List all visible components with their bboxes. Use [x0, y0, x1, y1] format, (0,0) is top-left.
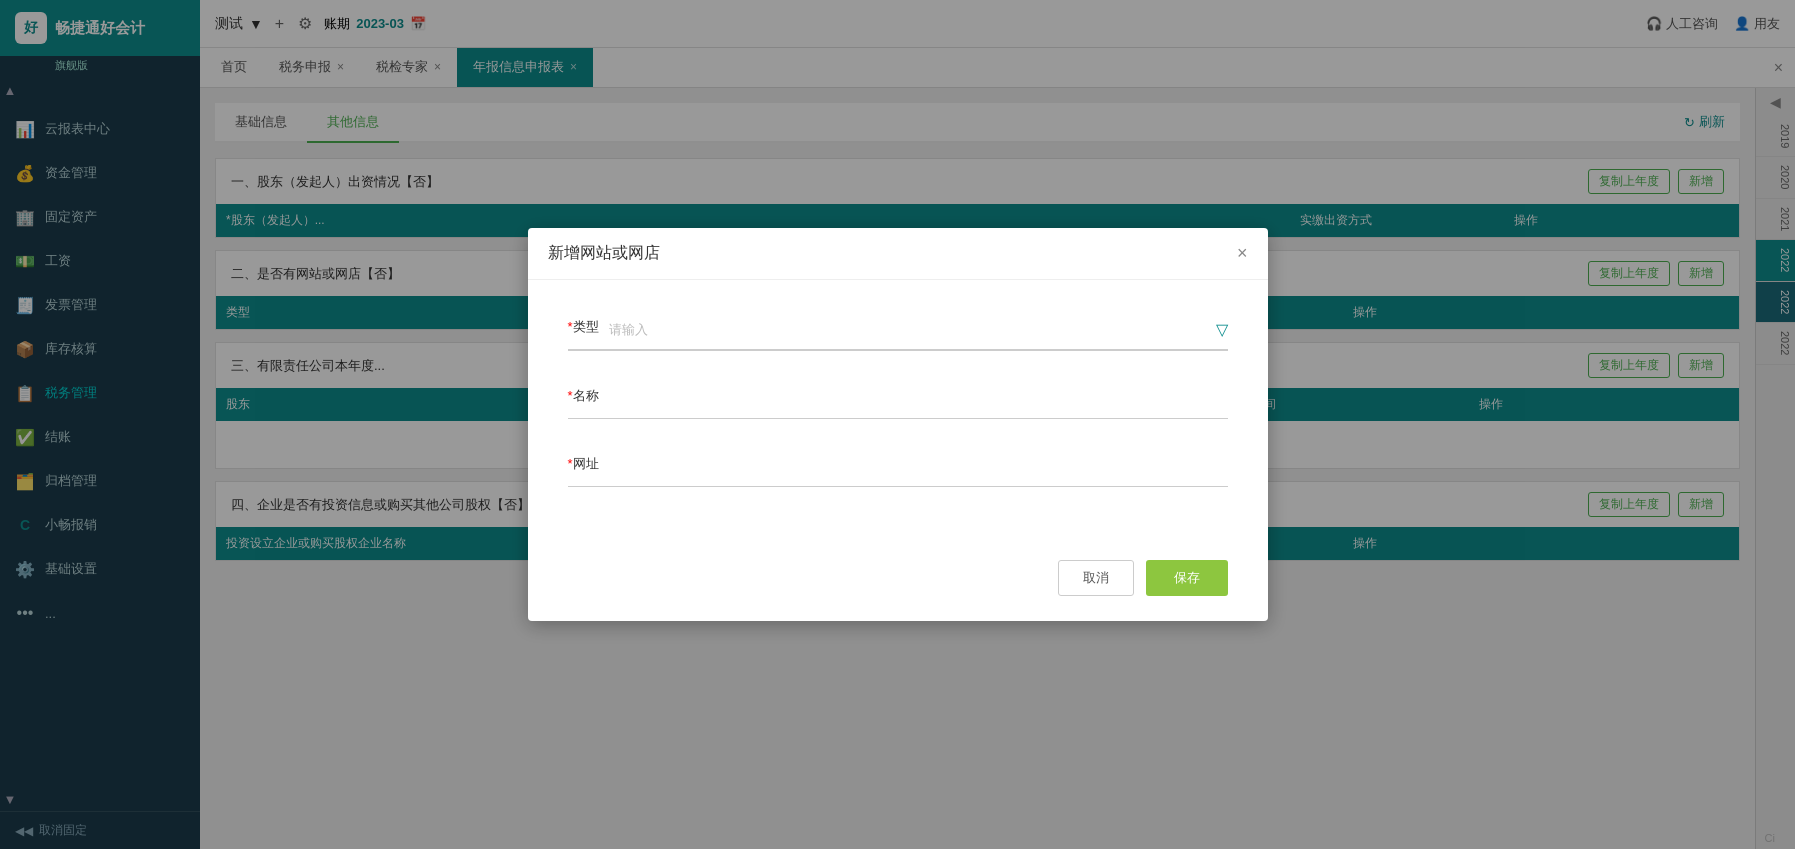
cancel-button[interactable]: 取消: [1058, 560, 1134, 596]
type-dropdown-icon[interactable]: ▽: [1216, 320, 1228, 339]
type-select-row: *类型 ▽: [568, 310, 1228, 350]
form-field-name: *名称: [568, 379, 1228, 419]
dialog-title: 新增网站或网店: [548, 243, 660, 264]
dialog-close-btn[interactable]: ×: [1237, 243, 1248, 264]
dialog-overlay: 新增网站或网店 × *类型 ▽ *名称: [0, 0, 1795, 849]
form-field-type: *类型 ▽: [568, 310, 1228, 351]
form-field-url: *网址: [568, 447, 1228, 487]
name-input[interactable]: [609, 385, 1228, 412]
dialog-footer: 取消 保存: [528, 545, 1268, 621]
url-input[interactable]: [609, 453, 1228, 480]
url-label: *网址: [568, 455, 599, 473]
save-button[interactable]: 保存: [1146, 560, 1228, 596]
name-label: *名称: [568, 387, 599, 405]
add-website-dialog: 新增网站或网店 × *类型 ▽ *名称: [528, 228, 1268, 621]
type-input[interactable]: [609, 316, 1216, 343]
dialog-header: 新增网站或网店 ×: [528, 228, 1268, 280]
type-label: *类型: [568, 318, 599, 336]
dialog-body: *类型 ▽ *名称 *网址: [528, 280, 1268, 545]
